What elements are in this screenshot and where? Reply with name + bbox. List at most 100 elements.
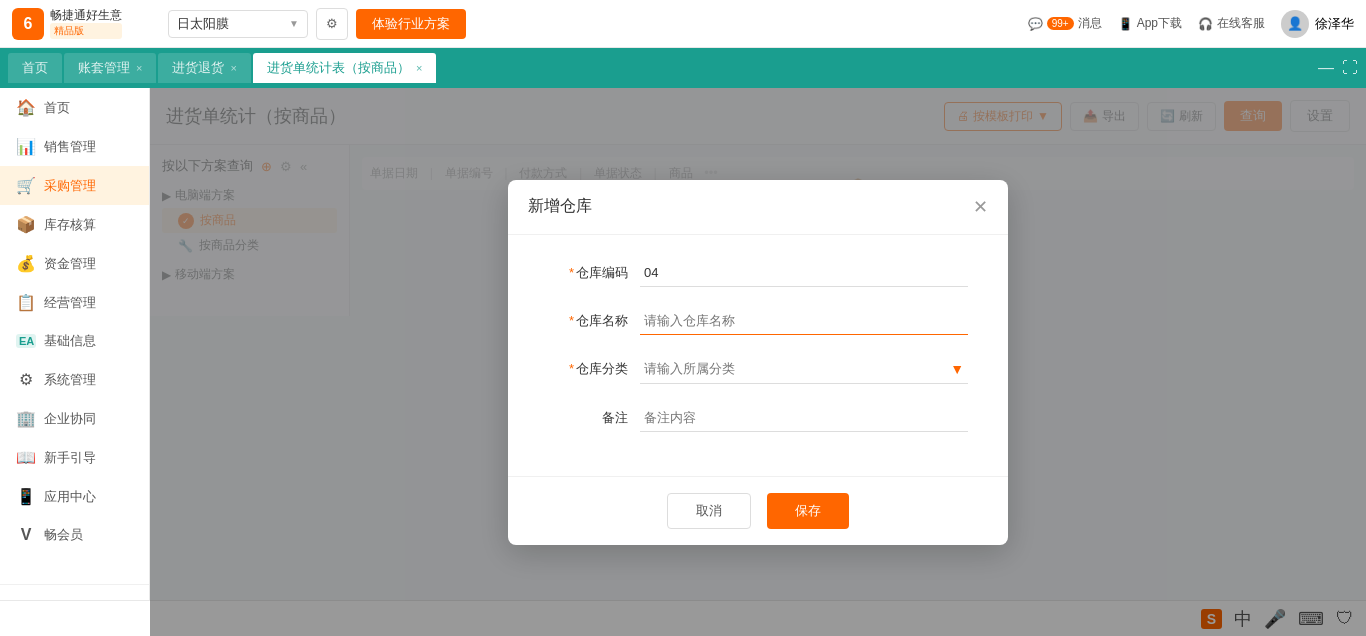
- sidebar-item-inventory[interactable]: 📦 库存核算: [0, 205, 149, 244]
- tab-purchase-stats[interactable]: 进货单统计表（按商品） ×: [253, 53, 436, 83]
- content-area: 进货单统计（按商品） 🖨 按模板打印 ▼ 📤 导出 🔄 刷新: [150, 88, 1366, 636]
- user-info[interactable]: 👤 徐泽华: [1281, 10, 1354, 38]
- tab-bar-actions: — ⛶: [1318, 59, 1358, 77]
- sidebar-item-basic-info[interactable]: EA 基础信息: [0, 322, 149, 360]
- category-arrow-icon: ▼: [950, 361, 964, 377]
- sidebar-item-operation[interactable]: 📋 经营管理: [0, 283, 149, 322]
- sidebar: 🏠 首页 📊 销售管理 🛒 采购管理 📦 库存核算 💰 资金管理 📋 经营管理 …: [0, 88, 150, 636]
- sidebar-item-vip[interactable]: V 畅会员: [0, 516, 149, 554]
- sales-icon: 📊: [16, 137, 36, 156]
- modal-footer: 取消 保存: [508, 476, 1008, 545]
- basic-info-icon: EA: [16, 334, 36, 348]
- sidebar-label-guide: 新手引导: [44, 449, 96, 467]
- logo-icon: 6: [12, 8, 44, 40]
- app-label: App下载: [1137, 15, 1182, 32]
- app-center-icon: 📱: [16, 487, 36, 506]
- name-label: 仓库名称: [548, 312, 628, 330]
- add-warehouse-modal: 新增仓库 ✕ 仓库编码 仓库名称 仓库分类: [508, 180, 1008, 545]
- operation-icon: 📋: [16, 293, 36, 312]
- logo-area: 6 畅捷通好生意 精品版: [12, 8, 160, 40]
- sidebar-label-enterprise: 企业协同: [44, 410, 96, 428]
- tab-accounts-label: 账套管理: [78, 59, 130, 77]
- nav-right: 💬 99+ 消息 📱 App下载 🎧 在线客服 👤 徐泽华: [1028, 10, 1354, 38]
- sidebar-label-app-center: 应用中心: [44, 488, 96, 506]
- save-button[interactable]: 保存: [767, 493, 849, 529]
- tab-purchase-stats-label: 进货单统计表（按商品）: [267, 59, 410, 77]
- sidebar-item-home[interactable]: 🏠 首页: [0, 88, 149, 127]
- store-selector[interactable]: 日太阳膜 ▼: [168, 10, 308, 38]
- sidebar-label-basic-info: 基础信息: [44, 332, 96, 350]
- form-row-name: 仓库名称: [548, 307, 968, 335]
- tab-bar: 首页 账套管理 × 进货退货 × 进货单统计表（按商品） × — ⛶: [0, 48, 1366, 88]
- category-input[interactable]: [644, 361, 950, 376]
- modal-body: 仓库编码 仓库名称 仓库分类 ▼: [508, 235, 1008, 476]
- inventory-icon: 📦: [16, 215, 36, 234]
- tab-purchase-return-close[interactable]: ×: [230, 62, 236, 74]
- form-row-category: 仓库分类 ▼: [548, 355, 968, 384]
- service-label: 在线客服: [1217, 15, 1265, 32]
- tab-home-label: 首页: [22, 59, 48, 77]
- note-label: 备注: [548, 409, 628, 427]
- avatar: 👤: [1281, 10, 1309, 38]
- sidebar-item-finance[interactable]: 💰 资金管理: [0, 244, 149, 283]
- system-icon: ⚙: [16, 370, 36, 389]
- mobile-icon: 📱: [1118, 17, 1133, 31]
- vip-icon: V: [16, 526, 36, 544]
- purchase-icon: 🛒: [16, 176, 36, 195]
- store-arrow-icon: ▼: [289, 18, 299, 29]
- settings-button[interactable]: ⚙: [316, 8, 348, 40]
- sidebar-label-purchase: 采购管理: [44, 177, 96, 195]
- service-group[interactable]: 🎧 在线客服: [1198, 15, 1265, 32]
- tab-maximize-icon[interactable]: ⛶: [1342, 59, 1358, 77]
- trial-button[interactable]: 体验行业方案: [356, 9, 466, 39]
- name-input[interactable]: [640, 307, 968, 335]
- sidebar-item-app-center[interactable]: 📱 应用中心: [0, 477, 149, 516]
- sidebar-label-inventory: 库存核算: [44, 216, 96, 234]
- app-download-group[interactable]: 📱 App下载: [1118, 15, 1182, 32]
- sidebar-label-operation: 经营管理: [44, 294, 96, 312]
- sidebar-item-enterprise[interactable]: 🏢 企业协同: [0, 399, 149, 438]
- note-input[interactable]: [640, 404, 968, 432]
- message-label: 消息: [1078, 15, 1102, 32]
- tab-accounts-close[interactable]: ×: [136, 62, 142, 74]
- guide-icon: 📖: [16, 448, 36, 467]
- sidebar-label-sales: 销售管理: [44, 138, 96, 156]
- top-navbar: 6 畅捷通好生意 精品版 日太阳膜 ▼ ⚙ 体验行业方案 💬 99+ 消息 📱 …: [0, 0, 1366, 48]
- modal-overlay: 新增仓库 ✕ 仓库编码 仓库名称 仓库分类: [150, 88, 1366, 636]
- sidebar-label-system: 系统管理: [44, 371, 96, 389]
- user-name: 徐泽华: [1315, 15, 1354, 33]
- store-name: 日太阳膜: [177, 15, 285, 33]
- sidebar-item-sales[interactable]: 📊 销售管理: [0, 127, 149, 166]
- finance-icon: 💰: [16, 254, 36, 273]
- enterprise-icon: 🏢: [16, 409, 36, 428]
- sidebar-item-system[interactable]: ⚙ 系统管理: [0, 360, 149, 399]
- modal-header: 新增仓库 ✕: [508, 180, 1008, 235]
- sidebar-item-purchase[interactable]: 🛒 采购管理: [0, 166, 149, 205]
- category-select[interactable]: ▼: [640, 355, 968, 384]
- headset-icon: 🎧: [1198, 17, 1213, 31]
- tab-home[interactable]: 首页: [8, 53, 62, 83]
- code-input[interactable]: [640, 259, 968, 287]
- message-badge: 99+: [1047, 17, 1074, 30]
- tab-accounts[interactable]: 账套管理 ×: [64, 53, 156, 83]
- message-icon: 💬: [1028, 17, 1043, 31]
- code-label: 仓库编码: [548, 264, 628, 282]
- logo-badge: 精品版: [50, 23, 122, 39]
- tab-purchase-return[interactable]: 进货退货 ×: [158, 53, 250, 83]
- main-layout: 🏠 首页 📊 销售管理 🛒 采购管理 📦 库存核算 💰 资金管理 📋 经营管理 …: [0, 88, 1366, 636]
- sidebar-label-home: 首页: [44, 99, 70, 117]
- sidebar-item-guide[interactable]: 📖 新手引导: [0, 438, 149, 477]
- modal-close-button[interactable]: ✕: [973, 196, 988, 218]
- category-label: 仓库分类: [548, 360, 628, 378]
- form-row-note: 备注: [548, 404, 968, 432]
- message-group[interactable]: 💬 99+ 消息: [1028, 15, 1102, 32]
- gear-icon: ⚙: [326, 16, 338, 31]
- tab-minimize-icon[interactable]: —: [1318, 59, 1334, 77]
- cancel-button[interactable]: 取消: [667, 493, 751, 529]
- tab-purchase-return-label: 进货退货: [172, 59, 224, 77]
- form-row-code: 仓库编码: [548, 259, 968, 287]
- modal-title: 新增仓库: [528, 196, 592, 217]
- logo-text: 畅捷通好生意: [50, 8, 122, 24]
- sidebar-label-vip: 畅会员: [44, 526, 83, 544]
- tab-purchase-stats-close[interactable]: ×: [416, 62, 422, 74]
